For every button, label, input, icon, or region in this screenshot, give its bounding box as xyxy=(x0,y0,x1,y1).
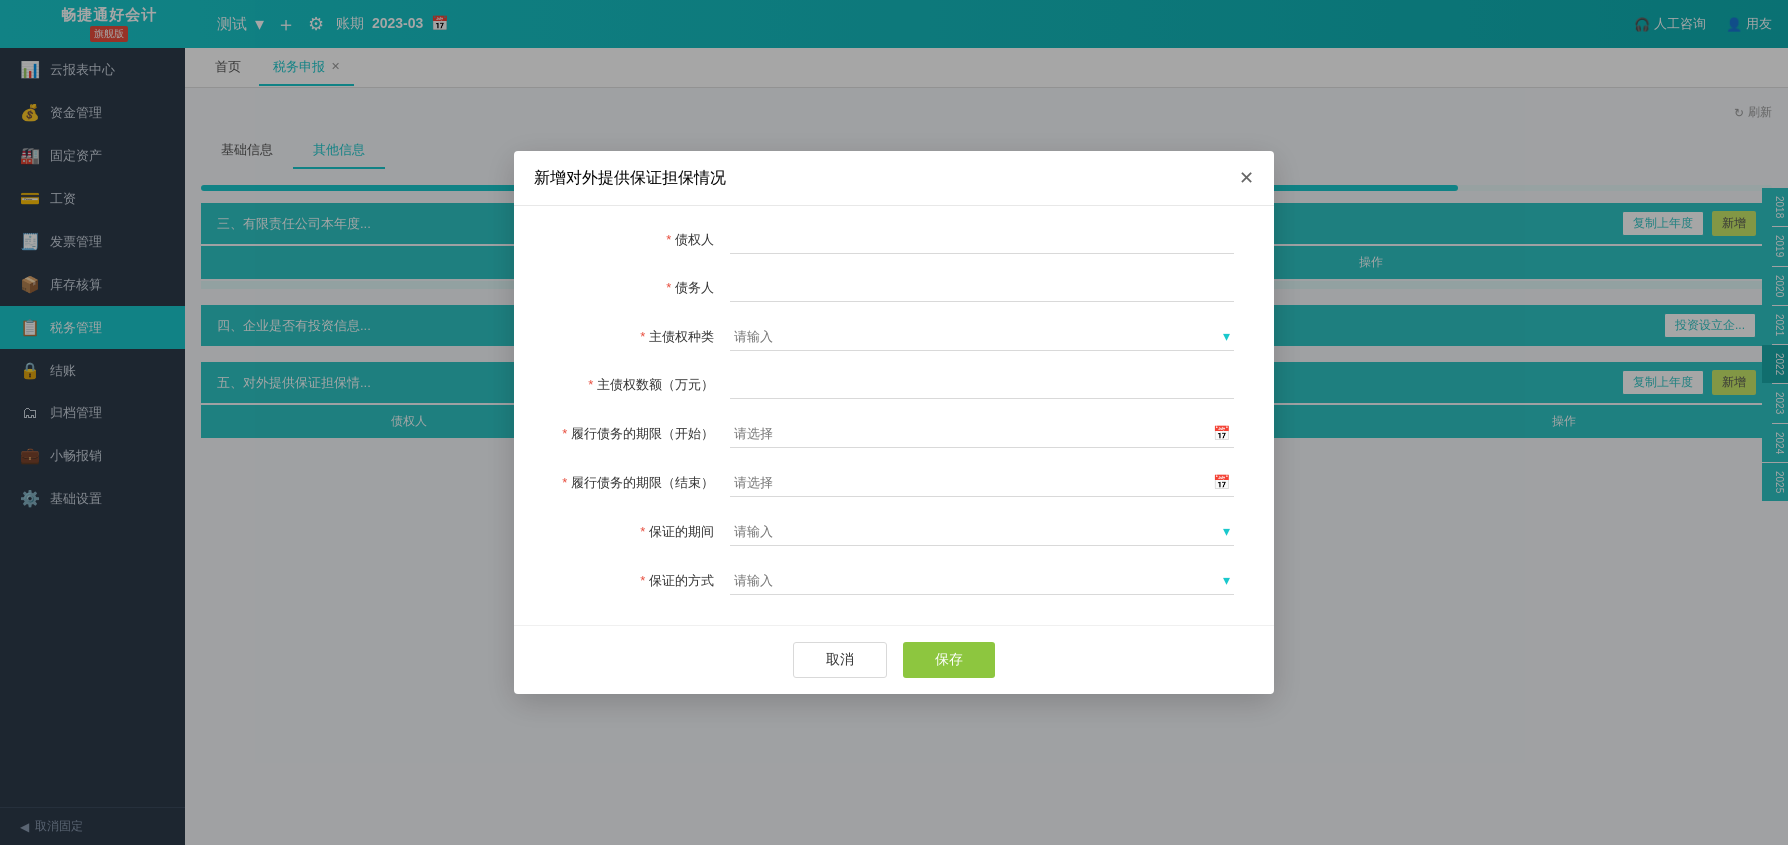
required-mark-period-end: * xyxy=(562,475,567,490)
calendar-start-icon[interactable]: 📅 xyxy=(1213,425,1230,441)
select-input-guarantee-period[interactable] xyxy=(734,524,1223,539)
label-text-guarantee-method: 保证的方式 xyxy=(649,573,714,588)
form-row-claim-type: * 主债权种类 ▾ xyxy=(554,322,1234,351)
form-row-period-start: * 履行债务的期限（开始） 📅 xyxy=(554,419,1234,448)
date-period-end[interactable]: 📅 xyxy=(730,468,1234,497)
input-debtor[interactable] xyxy=(730,274,1234,302)
form-row-guarantee-method: * 保证的方式 ▾ xyxy=(554,566,1234,595)
form-label-creditor: * 债权人 xyxy=(554,231,714,249)
input-creditor[interactable] xyxy=(730,226,1234,254)
form-label-guarantee-period: * 保证的期间 xyxy=(554,523,714,541)
required-mark-guarantee-period: * xyxy=(640,524,645,539)
dialog-body: * 债权人 * 债务人 * 主债权种类 xyxy=(514,206,1274,625)
form-label-claim-amount: * 主债权数额（万元） xyxy=(554,376,714,394)
required-mark: * xyxy=(666,232,671,247)
chevron-down-guarantee-method[interactable]: ▾ xyxy=(1223,572,1230,588)
form-row-guarantee-period: * 保证的期间 ▾ xyxy=(554,517,1234,546)
form-label-claim-type: * 主债权种类 xyxy=(554,328,714,346)
form-label-period-end: * 履行债务的期限（结束） xyxy=(554,474,714,492)
label-text-claim-amount: 主债权数额（万元） xyxy=(597,377,714,392)
date-period-start[interactable]: 📅 xyxy=(730,419,1234,448)
cancel-button[interactable]: 取消 xyxy=(793,642,887,678)
calendar-end-icon[interactable]: 📅 xyxy=(1213,474,1230,490)
required-mark-debtor: * xyxy=(666,280,671,295)
form-label-guarantee-method: * 保证的方式 xyxy=(554,572,714,590)
form-row-debtor: * 债务人 xyxy=(554,274,1234,302)
required-mark-guarantee-method: * xyxy=(640,573,645,588)
chevron-down-guarantee-period[interactable]: ▾ xyxy=(1223,523,1230,539)
dialog: 新增对外提供保证担保情况 ✕ * 债权人 * 债务人 xyxy=(514,151,1274,694)
select-guarantee-period[interactable]: ▾ xyxy=(730,517,1234,546)
form-row-period-end: * 履行债务的期限（结束） 📅 xyxy=(554,468,1234,497)
select-input-claim-type[interactable] xyxy=(734,329,1223,344)
chevron-down-claim-type[interactable]: ▾ xyxy=(1223,328,1230,344)
label-text-creditor: 债权人 xyxy=(675,232,714,247)
dialog-close-btn[interactable]: ✕ xyxy=(1239,167,1254,189)
form-label-period-start: * 履行债务的期限（开始） xyxy=(554,425,714,443)
label-text-claim-type: 主债权种类 xyxy=(649,329,714,344)
date-input-period-end[interactable] xyxy=(734,475,1213,490)
form-row-creditor: * 债权人 xyxy=(554,226,1234,254)
required-mark-claim-type: * xyxy=(640,329,645,344)
dialog-footer: 取消 保存 xyxy=(514,625,1274,694)
label-text-debtor: 债务人 xyxy=(675,280,714,295)
form-label-debtor: * 债务人 xyxy=(554,279,714,297)
form-row-claim-amount: * 主债权数额（万元） xyxy=(554,371,1234,399)
required-mark-claim-amount: * xyxy=(588,377,593,392)
dialog-title: 新增对外提供保证担保情况 xyxy=(534,168,726,189)
required-mark-period-start: * xyxy=(562,426,567,441)
select-input-guarantee-method[interactable] xyxy=(734,573,1223,588)
save-button[interactable]: 保存 xyxy=(903,642,995,678)
label-text-period-start: 履行债务的期限（开始） xyxy=(571,426,714,441)
label-text-period-end: 履行债务的期限（结束） xyxy=(571,475,714,490)
label-text-guarantee-period: 保证的期间 xyxy=(649,524,714,539)
select-guarantee-method[interactable]: ▾ xyxy=(730,566,1234,595)
select-claim-type[interactable]: ▾ xyxy=(730,322,1234,351)
dialog-header: 新增对外提供保证担保情况 ✕ xyxy=(514,151,1274,206)
dialog-overlay: 新增对外提供保证担保情况 ✕ * 债权人 * 债务人 xyxy=(0,0,1788,845)
input-claim-amount[interactable] xyxy=(730,371,1234,399)
date-input-period-start[interactable] xyxy=(734,426,1213,441)
